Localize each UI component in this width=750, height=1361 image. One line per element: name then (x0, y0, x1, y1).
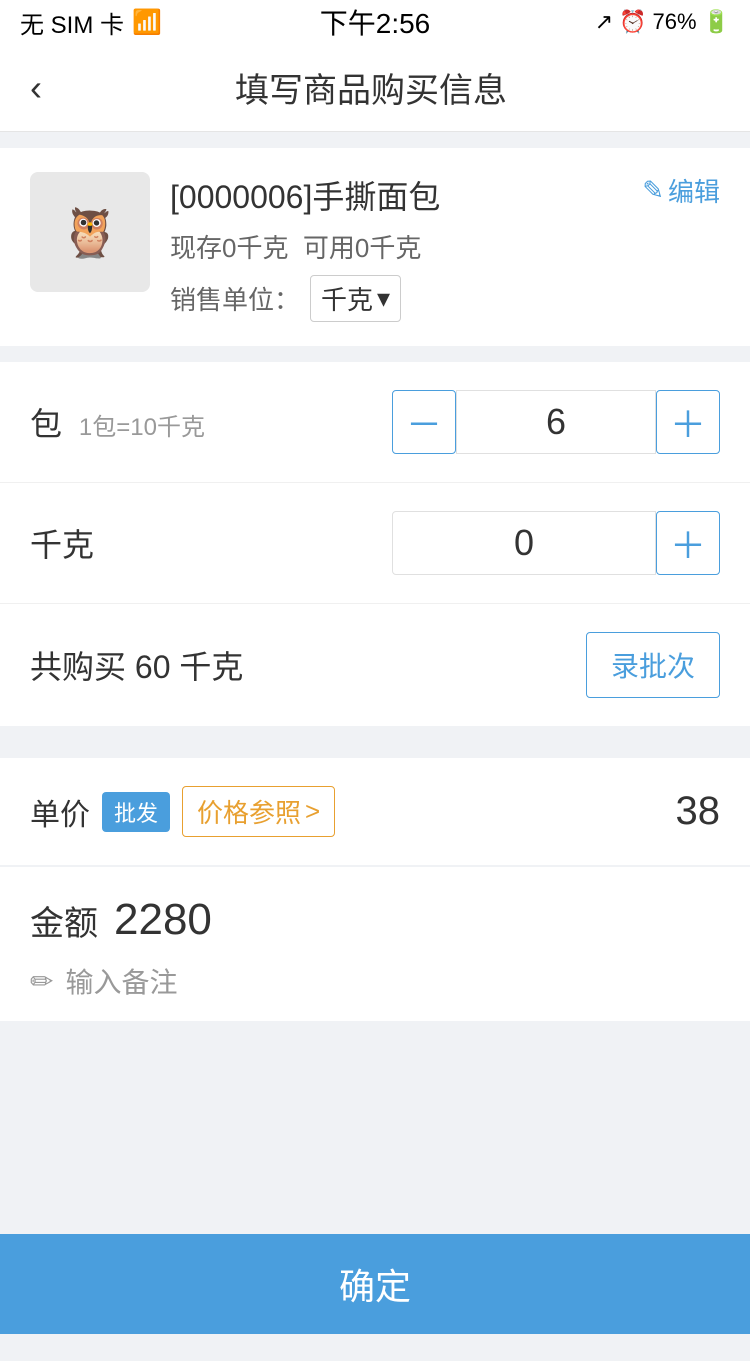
product-info: [0000006]手撕面包 ✎ 编辑 现存0千克 可用0千克 销售单位： 千克 … (170, 172, 720, 322)
price-ref-label: 价格参照 (197, 793, 301, 830)
amount-value: 2280 (114, 895, 212, 945)
price-ref-button[interactable]: 价格参照 > (182, 786, 335, 837)
package-hint: 1包=10千克 (79, 414, 205, 441)
product-image: 🦉 (30, 172, 150, 292)
alarm-icon: ⏰ (619, 9, 646, 35)
amount-section: 金额 2280 ✏ 输入备注 (0, 867, 750, 1021)
unit-select[interactable]: 千克 ▾ (310, 275, 401, 322)
quantity-section: 包 1包=10千克 － ＋ 千克 ＋ (0, 362, 750, 604)
carrier-label: 无 SIM 卡 (20, 5, 124, 40)
battery-label: 76% (653, 9, 697, 35)
package-minus-button[interactable]: － (392, 390, 456, 454)
price-section: 单价 批发 价格参照 > 38 (0, 758, 750, 865)
unit-value: 千克 (321, 280, 373, 317)
amount-row: 金额 2280 (30, 895, 720, 945)
kilogram-input[interactable] (392, 511, 656, 575)
kilogram-controls: ＋ (392, 511, 720, 575)
price-batch-tag: 批发 (102, 792, 170, 832)
separator (0, 726, 750, 742)
package-label: 包 1包=10千克 (30, 399, 392, 445)
pencil-icon: ✏ (30, 965, 53, 998)
price-left: 单价 批发 价格参照 > (30, 786, 335, 837)
status-right: ↗ ⏰ 76% 🔋 (595, 9, 730, 35)
kilogram-row: 千克 ＋ (0, 483, 750, 604)
nav-bar: ‹ 填写商品购买信息 (0, 44, 750, 132)
batch-button[interactable]: 录批次 (586, 632, 720, 698)
product-title: [0000006]手撕面包 (170, 172, 440, 218)
note-row[interactable]: ✏ 输入备注 (30, 961, 720, 1001)
chevron-down-icon: ▾ (377, 283, 390, 314)
product-logo-icon: 🦉 (60, 204, 120, 261)
back-button[interactable]: ‹ (30, 67, 42, 109)
status-bar: 无 SIM 卡 📶 下午2:56 ↗ ⏰ 76% 🔋 (0, 0, 750, 44)
unit-label: 销售单位： (170, 280, 300, 317)
amount-label: 金额 (30, 896, 98, 945)
status-left: 无 SIM 卡 📶 (20, 5, 162, 40)
product-unit-row: 销售单位： 千克 ▾ (170, 275, 720, 322)
price-label: 单价 (30, 790, 90, 834)
status-time: 下午2:56 (320, 2, 431, 42)
product-card: 🦉 [0000006]手撕面包 ✎ 编辑 现存0千克 可用0千克 销售单位： 千… (0, 148, 750, 346)
location-icon: ↗ (595, 9, 613, 35)
confirm-button[interactable]: 确定 (0, 1234, 750, 1334)
package-plus-button[interactable]: ＋ (656, 390, 720, 454)
package-controls: － ＋ (392, 390, 720, 454)
package-row: 包 1包=10千克 － ＋ (0, 362, 750, 483)
price-ref-arrow-icon: > (305, 796, 320, 827)
page-title: 填写商品购买信息 (62, 63, 680, 112)
package-input[interactable] (456, 390, 656, 454)
note-text: 输入备注 (65, 961, 177, 1001)
edit-icon: ✎ (642, 175, 664, 206)
product-stock: 现存0千克 可用0千克 (170, 228, 720, 265)
kilogram-plus-button[interactable]: ＋ (656, 511, 720, 575)
wifi-icon: 📶 (132, 8, 162, 37)
edit-label: 编辑 (668, 172, 720, 209)
battery-icon: 🔋 (703, 9, 730, 35)
price-value: 38 (676, 789, 721, 834)
total-text: 共购买 60 千克 (30, 642, 243, 688)
total-row: 共购买 60 千克 录批次 (0, 604, 750, 726)
edit-button[interactable]: ✎ 编辑 (642, 172, 720, 209)
kilogram-label: 千克 (30, 520, 392, 566)
